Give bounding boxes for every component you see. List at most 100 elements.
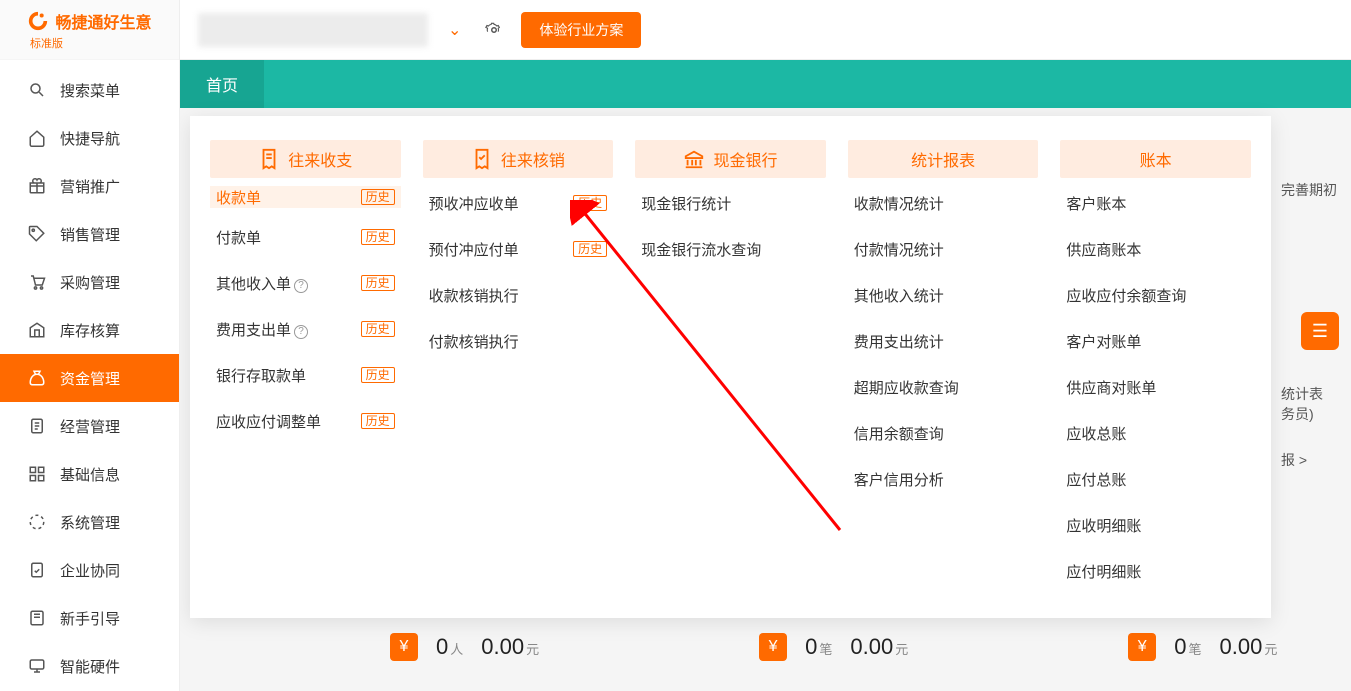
money-bag-icon [28,369,46,387]
menu-item-customer-statement[interactable]: 客户对账单 [1066,330,1245,352]
industry-solution-button[interactable]: 体验行业方案 [521,12,641,48]
menu-item-receive-writeoff-exec[interactable]: 收款核销执行 [429,284,608,306]
sidebar-item-marketing[interactable]: 营销推广 [0,162,179,210]
receipt-icon [258,148,280,170]
logo: 畅捷通好生意 标准版 [0,0,179,60]
submenu-heading: 账本 [1060,140,1251,178]
sidebar-item-quicknav[interactable]: 快捷导航 [0,114,179,162]
history-button[interactable]: 历史 [361,229,395,245]
menu-item-bank-transfer[interactable]: 银行存取款单历史 [216,364,395,386]
menu-item-ap-general[interactable]: 应付总账 [1066,468,1245,490]
menu-item-overdue-receivable[interactable]: 超期应收款查询 [854,376,1033,398]
funds-submenu-panel: 往来收支 收款单历史 付款单历史 其他收入单?历史 费用支出单?历史 银行存取款… [190,116,1271,618]
transaction-stat-icon: ¥ [1128,633,1156,661]
menu-item-supplier-statement[interactable]: 供应商对账单 [1066,376,1245,398]
menu-item-supplier-ledger[interactable]: 供应商账本 [1066,238,1245,260]
brand-version: 标准版 [30,35,63,51]
brand-name: 畅捷通好生意 [55,9,151,33]
help-icon[interactable]: ? [294,279,308,293]
grid-icon [28,465,46,483]
menu-item-prereceive-offset[interactable]: 预收冲应收单历史 [429,192,608,214]
stat-card: ¥ 0笔 0.00元 [1128,633,1277,661]
gear-icon[interactable] [481,17,507,43]
menu-item-other-income[interactable]: 其他收入单?历史 [216,272,395,294]
clipboard-icon [28,417,46,435]
quick-action-icon[interactable]: ☰ [1301,312,1339,350]
history-button[interactable]: 历史 [361,189,395,205]
stat-card: ¥ 0人 0.00元 [390,633,539,661]
sidebar-item-sales[interactable]: 销售管理 [0,210,179,258]
menu-item-expense[interactable]: 费用支出单?历史 [216,318,395,340]
stub-text: 统计表 [1281,386,1323,402]
stub-text: 务员) [1281,406,1314,422]
submenu-col-ledger: 账本 客户账本 供应商账本 应收应付余额查询 客户对账单 供应商对账单 应收总账… [1060,140,1251,582]
loader-icon [28,513,46,531]
history-button[interactable]: 历史 [361,321,395,337]
history-button[interactable]: 历史 [361,275,395,291]
help-icon[interactable]: ? [294,325,308,339]
tag-icon [28,225,46,243]
chevron-down-icon[interactable]: ⌄ [442,20,467,40]
document-icon [28,561,46,579]
menu-item-ar-general[interactable]: 应收总账 [1066,422,1245,444]
history-button[interactable]: 历史 [573,241,607,257]
menu-item-customer-ledger[interactable]: 客户账本 [1066,192,1245,214]
stat-card: ¥ 0笔 0.00元 [759,633,908,661]
menu-item-pay-stats[interactable]: 付款情况统计 [854,238,1033,260]
menu-item-cashbank-stats[interactable]: 现金银行统计 [641,192,820,214]
menu-item-other-income-stats[interactable]: 其他收入统计 [854,284,1033,306]
submenu-col-income-expense: 往来收支 收款单历史 付款单历史 其他收入单?历史 费用支出单?历史 银行存取款… [210,140,401,582]
menu-item-ar-detail[interactable]: 应收明细账 [1066,514,1245,536]
submenu-heading: 统计报表 [848,140,1039,178]
menu-item-credit-balance[interactable]: 信用余额查询 [854,422,1033,444]
sidebar-item-guide[interactable]: 新手引导 [0,594,179,642]
menu-item-receive-stats[interactable]: 收款情况统计 [854,192,1033,214]
book-icon [28,609,46,627]
sidebar-item-inventory[interactable]: 库存核算 [0,306,179,354]
history-button[interactable]: 历史 [361,367,395,383]
user-stat-icon: ¥ [390,633,418,661]
monitor-icon [28,657,46,675]
sidebar-item-hardware[interactable]: 智能硬件 [0,642,179,690]
menu-item-payment[interactable]: 付款单历史 [216,226,395,248]
submenu-col-reports: 统计报表 收款情况统计 付款情况统计 其他收入统计 费用支出统计 超期应收款查询… [848,140,1039,582]
stub-text: 报 > [1281,450,1351,470]
history-button[interactable]: 历史 [361,413,395,429]
menu-item-expense-stats[interactable]: 费用支出统计 [854,330,1033,352]
sidebar-item-operation[interactable]: 经营管理 [0,402,179,450]
history-button[interactable]: 历史 [573,195,607,211]
sidebar-item-search[interactable]: 搜索菜单 [0,66,179,114]
sidebar-item-purchase[interactable]: 采购管理 [0,258,179,306]
sidebar-item-enterprise[interactable]: 企业协同 [0,546,179,594]
sidebar-item-funds[interactable]: 资金管理 [0,354,179,402]
check-receipt-icon [471,148,493,170]
tab-home[interactable]: 首页 [180,60,264,108]
transaction-stat-icon: ¥ [759,633,787,661]
warehouse-icon [28,321,46,339]
menu-item-customer-credit[interactable]: 客户信用分析 [854,468,1033,490]
sidebar-item-system[interactable]: 系统管理 [0,498,179,546]
menu-item-prepay-offset[interactable]: 预付冲应付单历史 [429,238,608,260]
nav-list: 搜索菜单 快捷导航 营销推广 销售管理 采购管理 库存核算 [0,60,179,690]
search-icon [28,81,46,99]
sidebar-item-basicinfo[interactable]: 基础信息 [0,450,179,498]
cart-icon [28,273,46,291]
home-icon [28,129,46,147]
menu-item-adjust[interactable]: 应收应付调整单历史 [216,410,395,432]
menu-item-pay-writeoff-exec[interactable]: 付款核销执行 [429,330,608,352]
submenu-heading: 往来核销 [423,140,614,178]
menu-item-ap-detail[interactable]: 应付明细账 [1066,560,1245,582]
dashboard-stats: ¥ 0人 0.00元 ¥ 0笔 0.00元 ¥ 0笔 0.00元 [390,633,1291,661]
submenu-heading: 现金银行 [635,140,826,178]
submenu-col-cashbank: 现金银行 现金银行统计 现金银行流水查询 [635,140,826,582]
topbar: ⌄ 体验行业方案 [180,0,1351,60]
menu-item-receipt[interactable]: 收款单历史 [210,186,401,208]
menu-item-arap-balance[interactable]: 应收应付余额查询 [1066,284,1245,306]
gift-icon [28,177,46,195]
org-selector-redacted[interactable] [198,13,428,47]
submenu-heading: 往来收支 [210,140,401,178]
menu-item-cashbank-flow[interactable]: 现金银行流水查询 [641,238,820,260]
sidebar: 畅捷通好生意 标准版 搜索菜单 快捷导航 营销推广 销售管理 [0,0,180,691]
main: ⌄ 体验行业方案 首页 往来收支 收款单历史 付款单历史 其他收入单?历史 [180,0,1351,691]
bank-icon [683,148,705,170]
